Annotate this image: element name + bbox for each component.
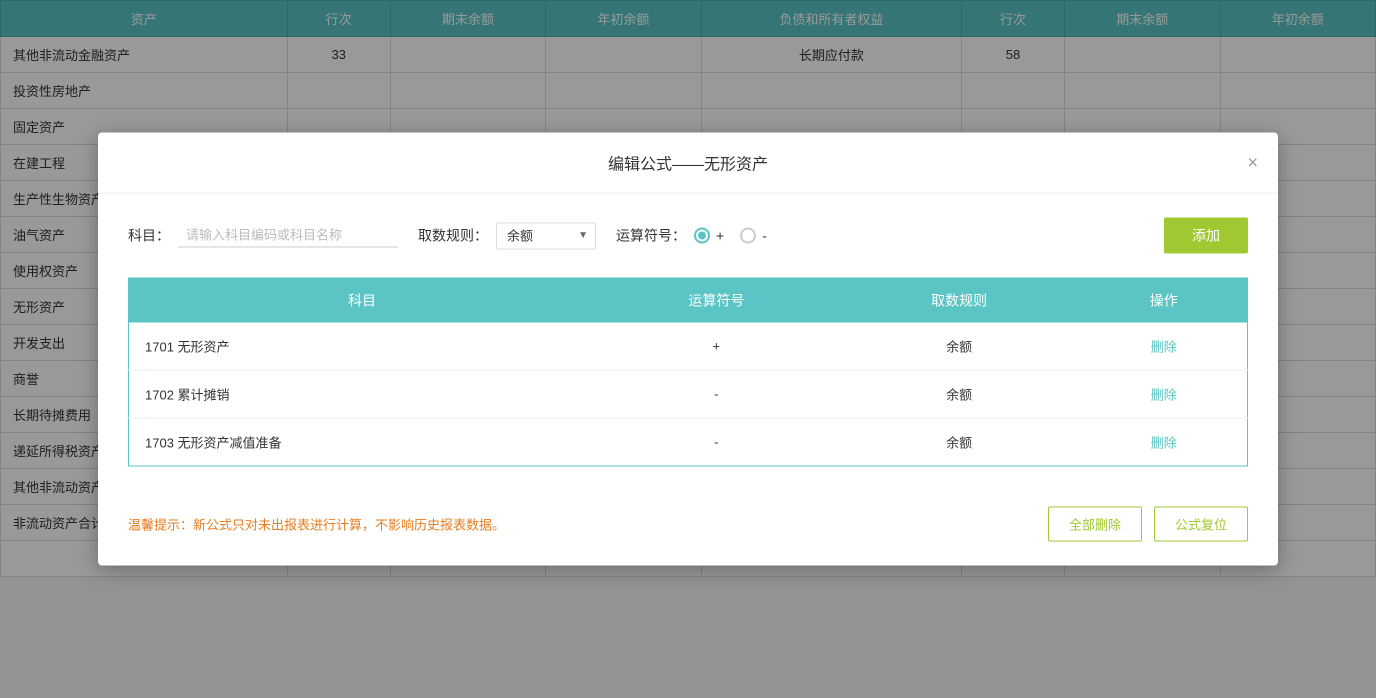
formula-rule: 余额 [838, 370, 1081, 418]
formula-rule: 余额 [838, 418, 1081, 466]
formula-action: 删除 [1081, 418, 1248, 466]
col-subject: 科目 [129, 278, 595, 323]
operator-plus-label: + [716, 228, 724, 244]
delete-all-button[interactable]: 全部删除 [1048, 507, 1142, 542]
modal-header: 编辑公式——无形资产 × [98, 133, 1278, 194]
formula-action: 删除 [1081, 370, 1248, 418]
operator-minus-radio[interactable]: - [740, 228, 767, 244]
col-operator: 运算符号 [595, 278, 838, 323]
formula-subject: 1702 累计摊销 [129, 370, 595, 418]
formula-row: 1701 无形资产+余额 删除 [129, 323, 1248, 371]
footer-buttons: 全部删除 公式复位 [1048, 507, 1248, 542]
operator-minus-label: - [762, 228, 767, 244]
modal-dialog: 编辑公式——无形资产 × 科目： 取数规则： 余额 借方 贷方 借方发生额 贷方… [98, 133, 1278, 566]
add-button[interactable]: 添加 [1164, 218, 1248, 254]
formula-operator: - [595, 370, 838, 418]
formula-row: 1703 无形资产减值准备-余额 删除 [129, 418, 1248, 466]
subject-field: 科目： [128, 224, 398, 248]
formula-table: 科目 运算符号 取数规则 操作 1701 无形资产+余额删除1702 累计摊销-… [128, 278, 1248, 467]
subject-label: 科目： [128, 226, 170, 246]
operator-plus-radio[interactable]: + [694, 228, 724, 244]
operator-field: 运算符号： + - [616, 226, 767, 246]
modal-footer: 温馨提示：新公式只对未出报表进行计算，不影响历史报表数据。 全部删除 公式复位 [98, 491, 1278, 566]
table-header-row: 科目 运算符号 取数规则 操作 [129, 278, 1248, 323]
formula-operator: + [595, 323, 838, 371]
operator-radio-group: + - [694, 228, 767, 244]
rule-label: 取数规则： [418, 226, 488, 246]
delete-button[interactable]: 删除 [1151, 436, 1177, 451]
modal-close-button[interactable]: × [1247, 154, 1258, 172]
formula-operator: - [595, 418, 838, 466]
hint-text: 温馨提示：新公式只对未出报表进行计算，不影响历史报表数据。 [128, 515, 505, 534]
formula-action: 删除 [1081, 323, 1248, 371]
modal-body: 科目： 取数规则： 余额 借方 贷方 借方发生额 贷方发生额 ▼ 运算 [98, 194, 1278, 491]
formula-row: 1702 累计摊销-余额 删除 [129, 370, 1248, 418]
operator-plus-circle [694, 228, 710, 244]
reset-button[interactable]: 公式复位 [1154, 507, 1248, 542]
operator-minus-circle [740, 228, 756, 244]
rule-select[interactable]: 余额 借方 贷方 借方发生额 贷方发生额 [496, 222, 596, 249]
delete-button[interactable]: 删除 [1151, 340, 1177, 355]
col-action: 操作 [1081, 278, 1248, 323]
modal-title: 编辑公式——无形资产 [608, 151, 768, 175]
rule-select-wrap: 余额 借方 贷方 借方发生额 贷方发生额 ▼ [496, 222, 596, 249]
delete-button[interactable]: 删除 [1151, 388, 1177, 403]
rule-field: 取数规则： 余额 借方 贷方 借方发生额 贷方发生额 ▼ [418, 222, 596, 249]
subject-input[interactable] [178, 224, 398, 248]
operator-label: 运算符号： [616, 226, 686, 246]
col-rule: 取数规则 [838, 278, 1081, 323]
form-row: 科目： 取数规则： 余额 借方 贷方 借方发生额 贷方发生额 ▼ 运算 [128, 218, 1248, 254]
formula-subject: 1703 无形资产减值准备 [129, 418, 595, 466]
formula-rule: 余额 [838, 323, 1081, 371]
formula-subject: 1701 无形资产 [129, 323, 595, 371]
